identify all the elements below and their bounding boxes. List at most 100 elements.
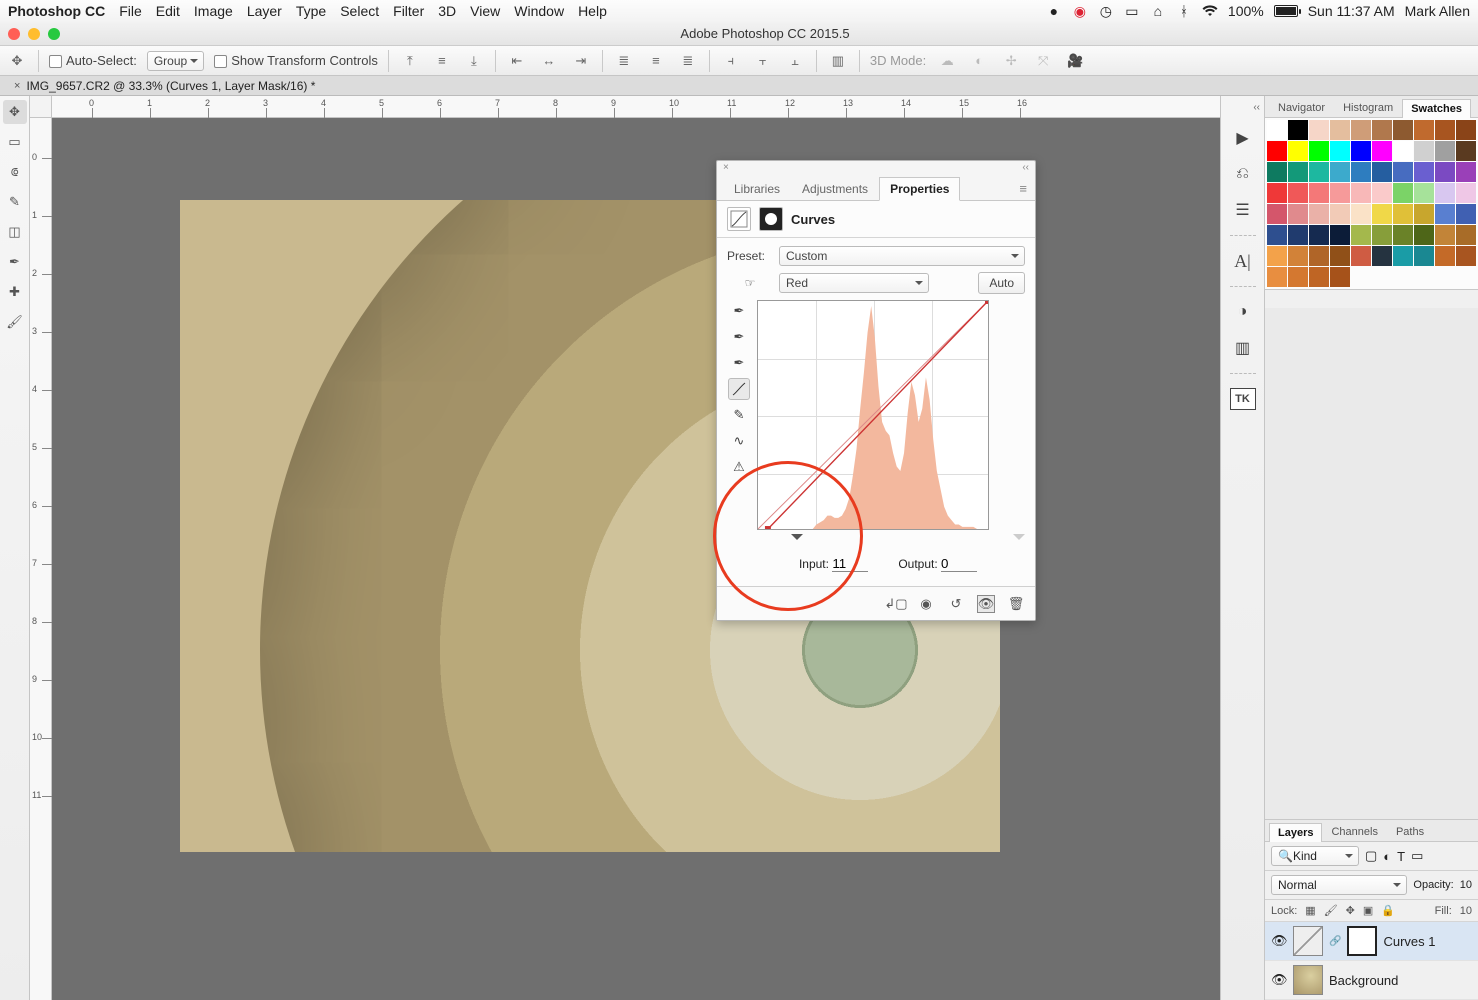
swatch[interactable] <box>1456 162 1476 182</box>
ruler-origin[interactable] <box>30 96 52 118</box>
swatch[interactable] <box>1330 204 1350 224</box>
brushes-icon[interactable]: ⎌ <box>1230 163 1256 185</box>
filter-pixel-icon[interactable]: ▢ <box>1365 848 1377 864</box>
swatch[interactable] <box>1456 204 1476 224</box>
swatch[interactable] <box>1372 246 1392 266</box>
lock-pixels-icon[interactable]: 🖌 <box>1324 904 1338 917</box>
airplay-icon[interactable]: ⌂ <box>1150 3 1166 19</box>
swatch[interactable] <box>1330 225 1350 245</box>
clip-to-layer-icon[interactable]: ↲▢ <box>887 595 905 613</box>
menubar-clock[interactable]: Sun 11:37 AM <box>1308 3 1395 19</box>
swatch[interactable] <box>1330 141 1350 161</box>
black-point-slider-icon[interactable] <box>791 534 803 546</box>
wifi-icon[interactable] <box>1202 3 1218 19</box>
swatch[interactable] <box>1456 246 1476 266</box>
eyedropper-tool[interactable]: ✒ <box>3 250 27 274</box>
swatch[interactable] <box>1309 162 1329 182</box>
swatch[interactable] <box>1330 120 1350 140</box>
delete-adjustment-icon[interactable]: 🗑 <box>1007 595 1025 613</box>
layer-filter-select[interactable]: 🔍Kind <box>1271 846 1359 866</box>
swatch[interactable] <box>1393 120 1413 140</box>
swatch[interactable] <box>1435 162 1455 182</box>
visibility-toggle-icon[interactable]: 👁 <box>1271 933 1287 949</box>
swatch[interactable] <box>1267 141 1287 161</box>
menubar-user[interactable]: Mark Allen <box>1405 3 1470 19</box>
swatch[interactable] <box>1372 141 1392 161</box>
output-field[interactable] <box>941 556 977 572</box>
swatch[interactable] <box>1456 141 1476 161</box>
swatch[interactable] <box>1393 246 1413 266</box>
align-hcenter-icon[interactable]: ↔ <box>538 50 560 72</box>
adjustments-icon[interactable]: ☰ <box>1230 199 1256 221</box>
curve-smooth-icon[interactable]: ∿ <box>728 430 750 452</box>
distribute-bottom-icon[interactable]: ≣ <box>677 50 699 72</box>
crop-tool[interactable]: ◫ <box>3 220 27 244</box>
swatch[interactable] <box>1288 225 1308 245</box>
filter-adjust-icon[interactable]: ◐ <box>1383 849 1391 864</box>
app-name[interactable]: Photoshop CC <box>8 3 105 19</box>
distribute-right-icon[interactable]: ⫠ <box>784 50 806 72</box>
swatch[interactable] <box>1267 267 1287 287</box>
tab-paths[interactable]: Paths <box>1387 822 1433 841</box>
brush-tool[interactable]: 🖌 <box>3 310 27 334</box>
move-tool-indicator-icon[interactable]: ✥ <box>6 50 28 72</box>
swatch[interactable] <box>1309 204 1329 224</box>
swatch[interactable] <box>1351 162 1371 182</box>
swatch[interactable] <box>1288 162 1308 182</box>
gray-point-sampler-icon[interactable]: ✒ <box>728 326 750 348</box>
swatch[interactable] <box>1288 267 1308 287</box>
swatch[interactable] <box>1414 246 1434 266</box>
tab-navigator[interactable]: Navigator <box>1269 98 1334 117</box>
distribute-left-icon[interactable]: ⫞ <box>720 50 742 72</box>
swatch[interactable] <box>1435 246 1455 266</box>
swatch[interactable] <box>1372 204 1392 224</box>
minimize-window-button[interactable] <box>28 28 40 40</box>
marquee-tool[interactable]: ▭ <box>3 130 27 154</box>
swatch[interactable] <box>1372 183 1392 203</box>
swatch[interactable] <box>1393 204 1413 224</box>
curve-input-slider[interactable] <box>787 534 1019 550</box>
tab-channels[interactable]: Channels <box>1322 822 1386 841</box>
notif-dot-icon[interactable]: ● <box>1046 3 1062 19</box>
swatch[interactable] <box>1435 141 1455 161</box>
reset-icon[interactable]: ↺ <box>947 595 965 613</box>
menu-filter[interactable]: Filter <box>393 3 424 19</box>
tab-properties[interactable]: Properties <box>879 177 960 201</box>
swatch[interactable] <box>1330 162 1350 182</box>
lock-all-icon[interactable]: 🔒 <box>1381 904 1395 917</box>
adjustment-thumb-icon[interactable] <box>1293 926 1323 956</box>
toggle-visibility-icon[interactable]: ◉ <box>917 595 935 613</box>
auto-align-icon[interactable]: ▥ <box>827 50 849 72</box>
swatch[interactable] <box>1351 204 1371 224</box>
swatch[interactable] <box>1330 183 1350 203</box>
swatch[interactable] <box>1435 225 1455 245</box>
swatch[interactable] <box>1456 225 1476 245</box>
swatch[interactable] <box>1309 183 1329 203</box>
vertical-ruler[interactable]: 01234567891011 <box>30 118 52 1000</box>
swatch[interactable] <box>1351 246 1371 266</box>
swatch[interactable] <box>1351 225 1371 245</box>
swatch[interactable] <box>1288 120 1308 140</box>
swatch[interactable] <box>1309 120 1329 140</box>
view-previous-icon[interactable]: 👁 <box>977 595 995 613</box>
filter-shape-icon[interactable]: ▭ <box>1411 848 1423 864</box>
menu-file[interactable]: File <box>119 3 142 19</box>
white-point-sampler-icon[interactable]: ✒ <box>728 352 750 374</box>
menu-view[interactable]: View <box>470 3 500 19</box>
swatch[interactable] <box>1288 204 1308 224</box>
swatch[interactable] <box>1309 246 1329 266</box>
curve-edit-points-icon[interactable] <box>728 378 750 400</box>
opacity-value[interactable]: 10 <box>1460 879 1472 891</box>
panel-close-icon[interactable]: × <box>723 162 729 174</box>
menu-3d[interactable]: 3D <box>438 3 456 19</box>
menu-image[interactable]: Image <box>194 3 233 19</box>
swatch[interactable] <box>1393 162 1413 182</box>
align-right-icon[interactable]: ⇥ <box>570 50 592 72</box>
image-thumb-icon[interactable] <box>1293 965 1323 995</box>
curves-adjustment-icon[interactable] <box>727 207 751 231</box>
tab-swatches[interactable]: Swatches <box>1402 99 1471 118</box>
swatch[interactable] <box>1456 183 1476 203</box>
swatch[interactable] <box>1351 120 1371 140</box>
layer-name[interactable]: Background <box>1329 973 1398 988</box>
white-point-slider-icon[interactable] <box>1013 534 1025 546</box>
